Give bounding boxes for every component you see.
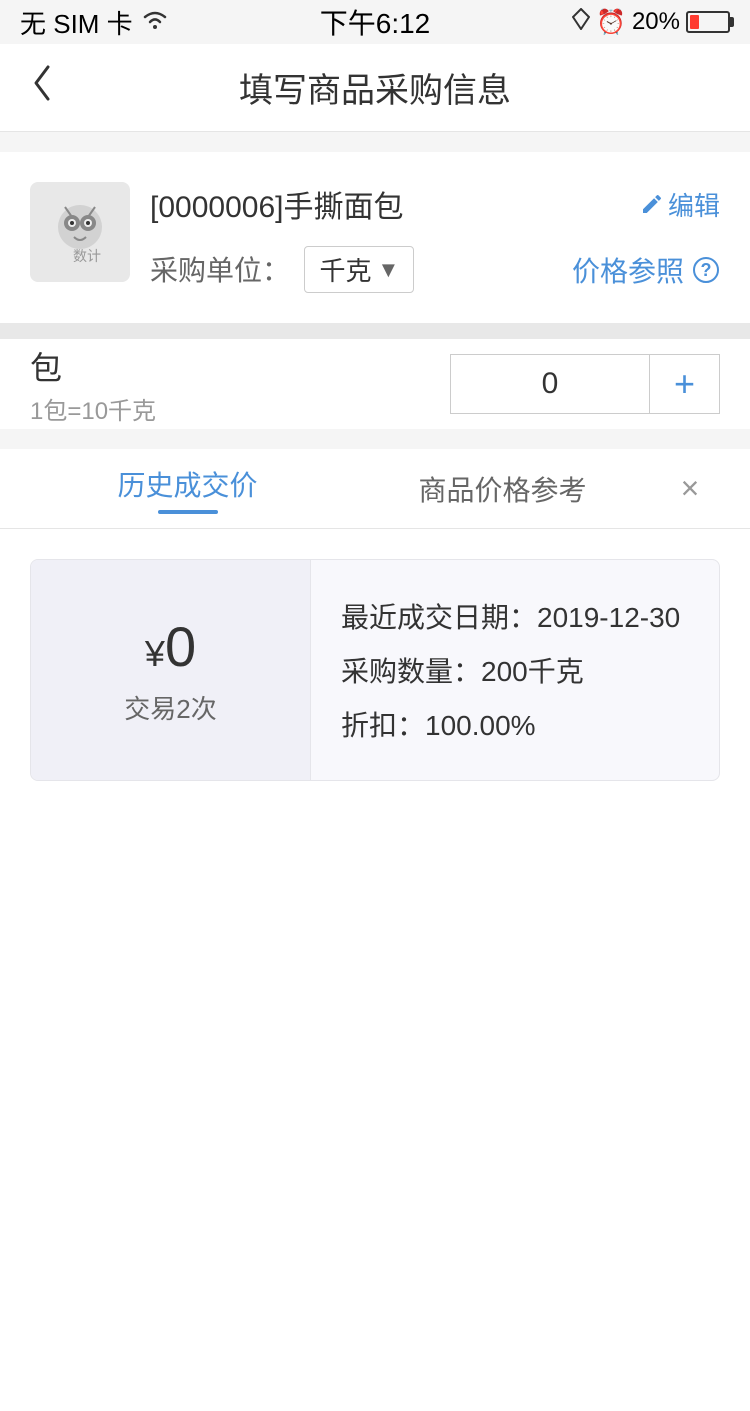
svg-text:?: ? xyxy=(701,260,712,280)
edit-button[interactable]: 编辑 xyxy=(640,186,720,223)
recent-date-row: 最近成交日期：2019-12-30 xyxy=(341,596,689,636)
product-image: 数计 xyxy=(30,182,130,282)
product-name: [0000006]手撕面包 xyxy=(150,182,403,226)
dropdown-arrow-icon: ▼ xyxy=(377,257,399,283)
back-button[interactable] xyxy=(20,53,64,122)
tab-product-price-ref[interactable]: 商品价格参考 xyxy=(345,449,660,528)
svg-text:数计: 数计 xyxy=(73,248,101,264)
trade-count: 交易2次 xyxy=(124,689,216,726)
status-bar: 无 SIM 卡 下午6:12 ⏰ 20% xyxy=(0,0,750,44)
battery-icon xyxy=(686,11,730,33)
details-section: 最近成交日期：2019-12-30 采购数量：200千克 折扣：100.00% xyxy=(311,560,719,780)
product-card: 数计 [0000006]手撕面包 编辑 采购单位： 千克 ▼ xyxy=(0,152,750,323)
quantity-controls: 0 + xyxy=(450,354,720,414)
quantity-row: 包 1包=10千克 0 + xyxy=(0,339,750,429)
product-info: [0000006]手撕面包 编辑 采购单位： 千克 ▼ 价格参照 xyxy=(150,182,720,293)
unit-selector[interactable]: 千克 ▼ xyxy=(304,246,414,293)
history-card: ¥0 交易2次 最近成交日期：2019-12-30 采购数量：200千克 折扣：… xyxy=(30,559,720,781)
history-content: ¥0 交易2次 最近成交日期：2019-12-30 采购数量：200千克 折扣：… xyxy=(0,529,750,811)
purchase-unit-row: 采购单位： 千克 ▼ 价格参照 ? xyxy=(150,246,720,293)
bottom-area xyxy=(0,811,750,1411)
status-right: ⏰ 20% xyxy=(572,8,730,37)
tab-history-price[interactable]: 历史成交价 xyxy=(30,449,345,528)
price-section: ¥0 交易2次 xyxy=(31,560,311,780)
discount-row: 折扣：100.00% xyxy=(341,704,689,744)
wifi-icon xyxy=(141,7,169,38)
battery-percent: 20% xyxy=(632,8,680,36)
page-title: 填写商品采购信息 xyxy=(239,63,511,112)
product-name-row: [0000006]手撕面包 编辑 xyxy=(150,182,720,226)
quantity-label: 包 1包=10千克 xyxy=(30,343,156,426)
tabs-section: 历史成交价 商品价格参考 × ¥0 交易2次 最近成交日期：2019-12-30 xyxy=(0,449,750,811)
quantity-input[interactable]: 0 xyxy=(450,354,650,414)
carrier-text: 无 SIM 卡 xyxy=(20,4,133,41)
status-time: 下午6:12 xyxy=(320,2,431,42)
alarm-icon: ⏰ xyxy=(596,8,626,37)
unit-label-group: 采购单位： 千克 ▼ xyxy=(150,246,414,293)
tab-active-indicator xyxy=(158,510,218,514)
quantity-plus-button[interactable]: + xyxy=(650,354,720,414)
close-tab-button[interactable]: × xyxy=(660,470,720,507)
section-divider xyxy=(0,323,750,339)
status-left: 无 SIM 卡 xyxy=(20,4,169,41)
purchase-qty-row: 采购数量：200千克 xyxy=(341,650,689,690)
price-reference-button[interactable]: 价格参照 ? xyxy=(572,250,720,290)
tabs-header: 历史成交价 商品价格参考 × xyxy=(0,449,750,529)
price-amount: ¥0 xyxy=(145,614,196,679)
header: 填写商品采购信息 xyxy=(0,44,750,132)
location-icon xyxy=(572,8,590,37)
